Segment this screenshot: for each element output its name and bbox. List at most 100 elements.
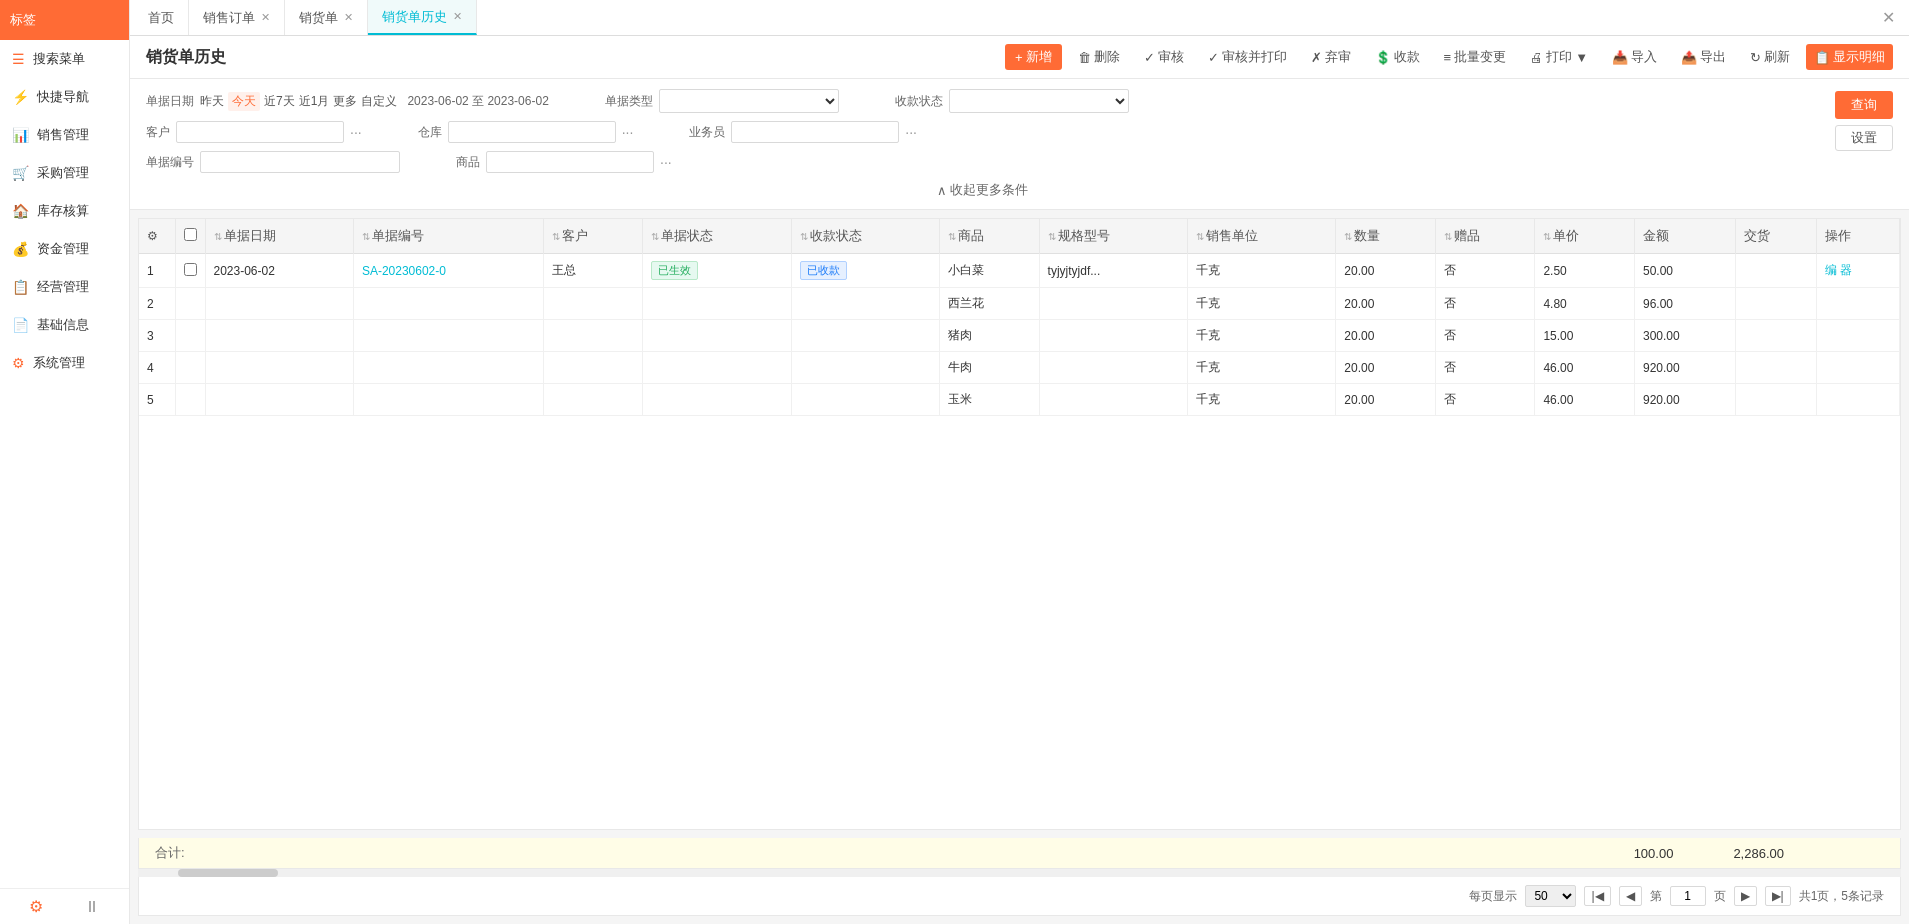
edit-op-button[interactable]: 编 <box>1825 263 1837 277</box>
row-operations <box>1816 320 1899 352</box>
tab-sales-order-close[interactable]: ✕ <box>261 11 270 24</box>
review-print-button[interactable]: ✓ 审核并打印 <box>1200 45 1295 69</box>
customer-ellipsis[interactable]: ··· <box>350 124 362 140</box>
warehouse-ellipsis[interactable]: ··· <box>622 124 634 140</box>
show-detail-label: 显示明细 <box>1833 48 1885 66</box>
date-btn-today[interactable]: 今天 <box>228 92 260 111</box>
next-page-button[interactable]: ▶ <box>1734 886 1757 906</box>
query-button[interactable]: 查询 <box>1835 91 1893 119</box>
abandon-icon: ✗ <box>1311 50 1322 65</box>
export-button[interactable]: 📤 导出 <box>1673 45 1734 69</box>
row-pay-status <box>791 288 939 320</box>
date-btn-custom[interactable]: 自定义 <box>361 93 397 110</box>
row-spec <box>1039 384 1187 416</box>
tab-home[interactable]: 首页 <box>134 0 189 35</box>
product-ellipsis[interactable]: ··· <box>660 154 672 170</box>
settings-button[interactable]: 设置 <box>1835 125 1893 151</box>
show-detail-button[interactable]: 📋 显示明细 <box>1806 44 1893 70</box>
col-amount-label: 金额 <box>1643 228 1669 243</box>
col-gift[interactable]: ⇅赠品 <box>1435 219 1535 254</box>
salesperson-input[interactable] <box>731 121 899 143</box>
select-all-checkbox[interactable] <box>184 228 197 241</box>
row-doc-no[interactable]: SA-20230602-0 <box>353 254 543 288</box>
sidebar-item-quick-nav[interactable]: ⚡ 快捷导航 <box>0 78 129 116</box>
col-pay-status[interactable]: ⇅收款状态 <box>791 219 939 254</box>
sidebar-item-label: 系统管理 <box>33 354 85 372</box>
sidebar-collapse-icon[interactable]: ⏸ <box>84 898 100 916</box>
date-btn-7days[interactable]: 近7天 <box>264 93 295 110</box>
row-date <box>205 384 353 416</box>
row-doc-status <box>643 288 791 320</box>
warehouse-input[interactable] <box>448 121 616 143</box>
row-qty: 20.00 <box>1336 352 1436 384</box>
tab-sales-history[interactable]: 销货单历史 ✕ <box>368 0 477 35</box>
row-doc-no <box>353 320 543 352</box>
sidebar-item-sales-mgmt[interactable]: 📊 销售管理 <box>0 116 129 154</box>
doc-type-select[interactable] <box>659 89 839 113</box>
col-doc-status-label: 单据状态 <box>661 228 713 243</box>
collect-label: 收款 <box>1394 48 1420 66</box>
new-label: 新增 <box>1026 48 1052 66</box>
date-btn-1month[interactable]: 近1月 <box>299 93 330 110</box>
row-amount: 920.00 <box>1634 352 1735 384</box>
sidebar-item-operations[interactable]: 📋 经营管理 <box>0 268 129 306</box>
col-date[interactable]: ⇅单据日期 <box>205 219 353 254</box>
sidebar-bottom: ⚙ ⏸ <box>0 888 129 924</box>
col-spec[interactable]: ⇅规格型号 <box>1039 219 1187 254</box>
payment-status-select[interactable] <box>949 89 1129 113</box>
tab-close-all[interactable]: ✕ <box>1872 8 1905 27</box>
col-settings[interactable]: ⚙ <box>139 219 175 254</box>
col-qty[interactable]: ⇅数量 <box>1336 219 1436 254</box>
date-btn-yesterday[interactable]: 昨天 <box>200 93 224 110</box>
current-page-input[interactable] <box>1670 886 1706 906</box>
col-unit[interactable]: ⇅销售单位 <box>1187 219 1335 254</box>
delete-icon: 🗑 <box>1078 50 1091 65</box>
more-op-button[interactable]: 器 <box>1840 263 1852 277</box>
product-input[interactable] <box>486 151 654 173</box>
sidebar-item-basic-info[interactable]: 📄 基础信息 <box>0 306 129 344</box>
import-icon: 📥 <box>1612 50 1628 65</box>
batch-change-button[interactable]: ≡ 批量变更 <box>1436 45 1515 69</box>
row-product: 小白菜 <box>940 254 1040 288</box>
review-button[interactable]: ✓ 审核 <box>1136 45 1192 69</box>
new-button[interactable]: + 新增 <box>1005 44 1062 70</box>
sidebar-item-search-menu[interactable]: ☰ 搜索菜单 <box>0 40 129 78</box>
refresh-button[interactable]: ↻ 刷新 <box>1742 45 1798 69</box>
last-page-button[interactable]: ▶| <box>1765 886 1791 906</box>
import-button[interactable]: 📥 导入 <box>1604 45 1665 69</box>
tab-sales-delivery[interactable]: 销货单 ✕ <box>285 0 368 35</box>
col-doc-no[interactable]: ⇅单据编号 <box>353 219 543 254</box>
col-price[interactable]: ⇅单价 <box>1535 219 1635 254</box>
row-select-checkbox[interactable] <box>184 263 197 276</box>
collapse-button[interactable]: ∧ 收起更多条件 <box>937 181 1028 199</box>
tab-sales-history-close[interactable]: ✕ <box>453 10 462 23</box>
abandon-button[interactable]: ✗ 弃审 <box>1303 45 1359 69</box>
sidebar-item-finance[interactable]: 💰 资金管理 <box>0 230 129 268</box>
horizontal-scrollbar[interactable] <box>138 869 1901 877</box>
salesperson-ellipsis[interactable]: ··· <box>905 124 917 140</box>
sidebar-item-inventory[interactable]: 🏠 库存核算 <box>0 192 129 230</box>
col-product[interactable]: ⇅商品 <box>940 219 1040 254</box>
row-doc-no <box>353 384 543 416</box>
customer-input[interactable] <box>176 121 344 143</box>
collect-icon: 💲 <box>1375 50 1391 65</box>
print-button[interactable]: 🖨 打印 ▼ <box>1522 45 1596 69</box>
collapse-icon: ∧ <box>937 183 947 198</box>
date-btn-more[interactable]: 更多 <box>333 93 357 110</box>
sidebar-item-purchase-mgmt[interactable]: 🛒 采购管理 <box>0 154 129 192</box>
col-customer[interactable]: ⇅客户 <box>543 219 643 254</box>
page-size-select[interactable]: 50 100 <box>1525 885 1576 907</box>
tab-sales-delivery-close[interactable]: ✕ <box>344 11 353 24</box>
first-page-button[interactable]: |◀ <box>1584 886 1610 906</box>
col-spec-label: 规格型号 <box>1058 228 1110 243</box>
delete-button[interactable]: 🗑 删除 <box>1070 45 1128 69</box>
collect-button[interactable]: 💲 收款 <box>1367 45 1428 69</box>
sidebar-item-sys-mgmt[interactable]: ⚙ 系统管理 <box>0 344 129 382</box>
doc-number-input[interactable] <box>200 151 400 173</box>
col-doc-status[interactable]: ⇅单据状态 <box>643 219 791 254</box>
row-num: 5 <box>139 384 175 416</box>
prev-page-button[interactable]: ◀ <box>1619 886 1642 906</box>
scrollbar-thumb[interactable] <box>178 869 278 877</box>
tab-sales-order[interactable]: 销售订单 ✕ <box>189 0 285 35</box>
sidebar-settings-icon[interactable]: ⚙ <box>29 897 43 916</box>
